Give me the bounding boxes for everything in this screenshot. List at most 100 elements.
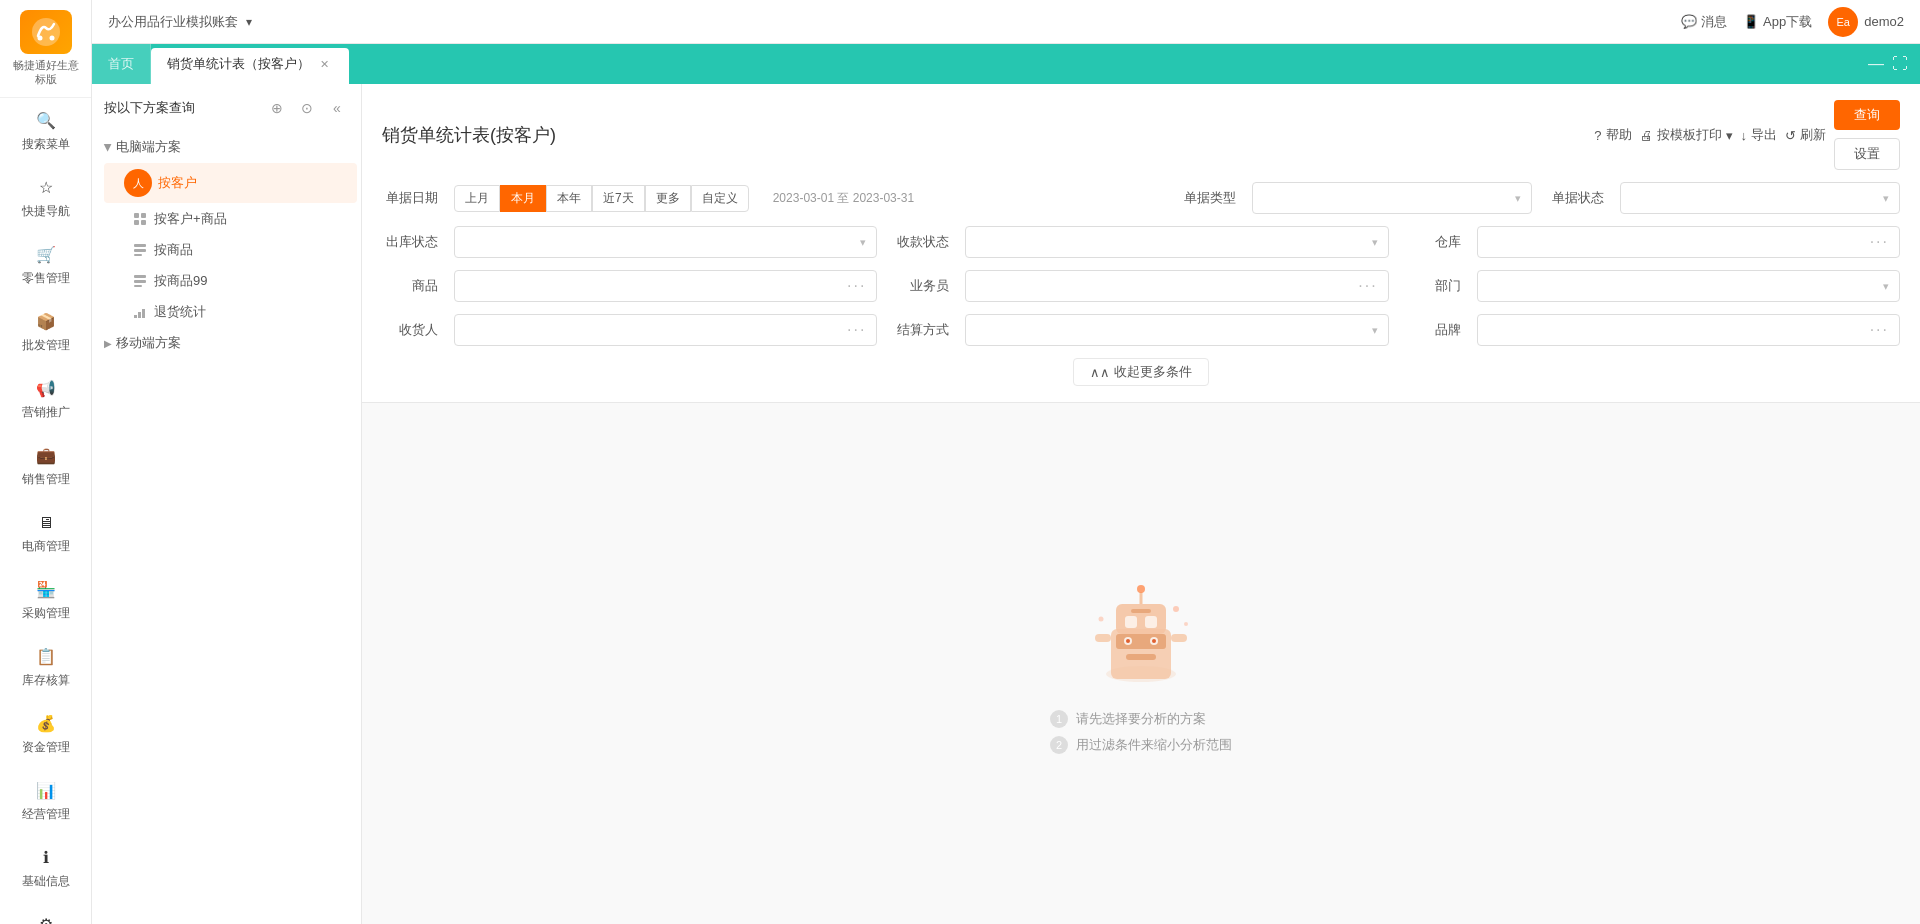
tab-close-button[interactable]: ✕: [316, 56, 332, 72]
svg-rect-4: [141, 213, 146, 218]
date-btn-last7days[interactable]: 近7天: [592, 185, 645, 212]
tree-item-by-customer[interactable]: 人 按客户: [104, 163, 357, 203]
query-buttons: 查询 设置: [1834, 100, 1900, 170]
by-customer-active-icon: 人: [124, 169, 152, 197]
sidebar-item-quick-nav[interactable]: ☆ 快捷导航: [0, 165, 91, 232]
date-range: 2023-03-01 至 2023-03-31: [773, 190, 914, 207]
sidebar-item-retail[interactable]: 🛒 零售管理: [0, 232, 91, 299]
filter-row-3: 商品 ··· 业务员 ··· 部门 ▾: [382, 270, 1900, 302]
home-tab-label: 首页: [108, 55, 134, 73]
svg-point-32: [1173, 606, 1179, 612]
svg-point-1: [37, 36, 42, 41]
refresh-scheme-button[interactable]: ⊙: [295, 96, 319, 120]
user-area[interactable]: Ea demo2: [1828, 7, 1904, 37]
setting-button[interactable]: 设置: [1834, 138, 1900, 170]
doc-type-select[interactable]: ▾: [1252, 182, 1532, 214]
tree-item-return-stats[interactable]: 退货统计: [104, 297, 357, 327]
settle-method-select[interactable]: ▾: [965, 314, 1388, 346]
sidebar-basic-label: 基础信息: [22, 873, 70, 890]
message-button[interactable]: 💬 消息: [1681, 13, 1727, 31]
empty-illustration: [1081, 574, 1201, 694]
tab-home[interactable]: 首页: [92, 44, 151, 84]
tree-item-by-customer-product[interactable]: 按客户+商品: [104, 204, 357, 234]
sidebar-search-label: 搜索菜单: [22, 136, 70, 153]
add-scheme-button[interactable]: ⊕: [265, 96, 289, 120]
logo-area: 畅捷通好生意 标版: [0, 0, 91, 98]
topbar-dropdown[interactable]: ▾: [246, 15, 252, 29]
date-btn-custom[interactable]: 自定义: [691, 185, 749, 212]
sidebar-item-search[interactable]: 🔍 搜索菜单: [0, 98, 91, 165]
salesperson-dots-icon: ···: [1358, 277, 1377, 295]
collapse-button[interactable]: ∧∧ 收起更多条件: [1073, 358, 1209, 386]
product-dots-icon: ···: [847, 277, 866, 295]
sidebar-item-marketing[interactable]: 📢 营销推广: [0, 366, 91, 433]
filter-row-2: 出库状态 ▾ 收款状态 ▾ 仓库 ···: [382, 226, 1900, 258]
refresh-button[interactable]: ↺ 刷新: [1785, 126, 1826, 144]
date-btn-more[interactable]: 更多: [645, 185, 691, 212]
doc-status-select[interactable]: ▾: [1620, 182, 1900, 214]
query-button[interactable]: 查询: [1834, 100, 1900, 130]
empty-tips: 1 请先选择要分析的方案 2 用过滤条件来缩小分析范围: [1050, 710, 1232, 754]
filter-row-1: 单据日期 上月 本月 本年 近7天 更多 自定义 2023-03-01 至 20…: [382, 182, 1900, 214]
tab-maximize-button[interactable]: ⛶: [1892, 55, 1908, 73]
content-area: 按以下方案查询 ⊕ ⊙ « ▶ 电脑端方案 人: [92, 84, 1920, 924]
avatar: Ea: [1828, 7, 1858, 37]
salesperson-select[interactable]: ···: [965, 270, 1388, 302]
app-download-icon: 📱: [1743, 14, 1759, 29]
receipt-status-select[interactable]: ▾: [965, 226, 1388, 258]
sales-tab-label: 销货单统计表（按客户）: [167, 55, 310, 73]
export-button[interactable]: ↓ 导出: [1741, 126, 1778, 144]
receiver-select[interactable]: ···: [454, 314, 877, 346]
product-label: 商品: [382, 277, 438, 295]
date-btn-last-month[interactable]: 上月: [454, 185, 500, 212]
desktop-group-header[interactable]: ▶ 电脑端方案: [92, 132, 361, 162]
template-print-button[interactable]: 🖨 按模板打印 ▾: [1640, 126, 1733, 144]
desktop-children: 人 按客户 按客户+商品: [92, 163, 361, 327]
return-stats-icon: [132, 304, 148, 320]
sidebar-item-system[interactable]: ⚙ 系统管理: [0, 902, 91, 924]
warehouse-select[interactable]: ···: [1477, 226, 1900, 258]
mobile-group: ▶ 移动端方案: [92, 328, 361, 358]
tab-sales-stats[interactable]: 销货单统计表（按客户） ✕: [151, 48, 349, 84]
svg-rect-24: [1095, 634, 1111, 642]
sidebar-item-purchase[interactable]: 🏪 采购管理: [0, 567, 91, 634]
retail-icon: 🛒: [35, 244, 57, 266]
app-download-button[interactable]: 📱 App下载: [1743, 13, 1812, 31]
out-status-label: 出库状态: [382, 233, 438, 251]
sidebar-item-sales[interactable]: 💼 销售管理: [0, 433, 91, 500]
left-panel-actions: ⊕ ⊙ «: [265, 96, 349, 120]
left-panel-header: 按以下方案查询 ⊕ ⊙ «: [92, 84, 361, 128]
sidebar-item-basic[interactable]: ℹ 基础信息: [0, 835, 91, 902]
filter-area: 销货单统计表(按客户) ? 帮助 🖨 按模板打印 ▾ ↓: [362, 84, 1920, 403]
tree-item-by-product99[interactable]: 按商品99: [104, 266, 357, 296]
right-panel: 销货单统计表(按客户) ? 帮助 🖨 按模板打印 ▾ ↓: [362, 84, 1920, 924]
help-button[interactable]: ? 帮助: [1594, 126, 1631, 144]
main-area: 办公用品行业模拟账套 ▾ 💬 消息 📱 App下载 Ea demo2 首页: [92, 0, 1920, 924]
logo-icon: [20, 10, 72, 54]
brand-select[interactable]: ···: [1477, 314, 1900, 346]
date-group: 上月 本月 本年 近7天 更多 自定义: [454, 185, 749, 212]
svg-rect-9: [134, 254, 142, 256]
sidebar-item-inventory[interactable]: 📋 库存核算: [0, 634, 91, 701]
collapse-panel-button[interactable]: «: [325, 96, 349, 120]
tree-item-by-product[interactable]: 按商品: [104, 235, 357, 265]
sidebar-item-finance[interactable]: 💰 资金管理: [0, 701, 91, 768]
svg-rect-23: [1126, 654, 1156, 660]
mobile-group-header[interactable]: ▶ 移动端方案: [92, 328, 361, 358]
sidebar-item-wholesale[interactable]: 📦 批发管理: [0, 299, 91, 366]
product-select[interactable]: ···: [454, 270, 877, 302]
export-icon: ↓: [1741, 128, 1748, 143]
svg-rect-27: [1131, 609, 1151, 613]
sidebar-item-ecommerce[interactable]: 🖥 电商管理: [0, 500, 91, 567]
quick-nav-icon: ☆: [35, 177, 57, 199]
operation-icon: 📊: [35, 780, 57, 802]
department-select[interactable]: ▾: [1477, 270, 1900, 302]
tab-minimize-button[interactable]: —: [1868, 55, 1884, 73]
svg-point-0: [32, 18, 60, 46]
svg-rect-15: [142, 309, 145, 318]
sidebar-item-operation[interactable]: 📊 经营管理: [0, 768, 91, 835]
svg-rect-3: [134, 213, 139, 218]
date-btn-this-year[interactable]: 本年: [546, 185, 592, 212]
date-btn-this-month[interactable]: 本月: [500, 185, 546, 212]
out-status-select[interactable]: ▾: [454, 226, 877, 258]
